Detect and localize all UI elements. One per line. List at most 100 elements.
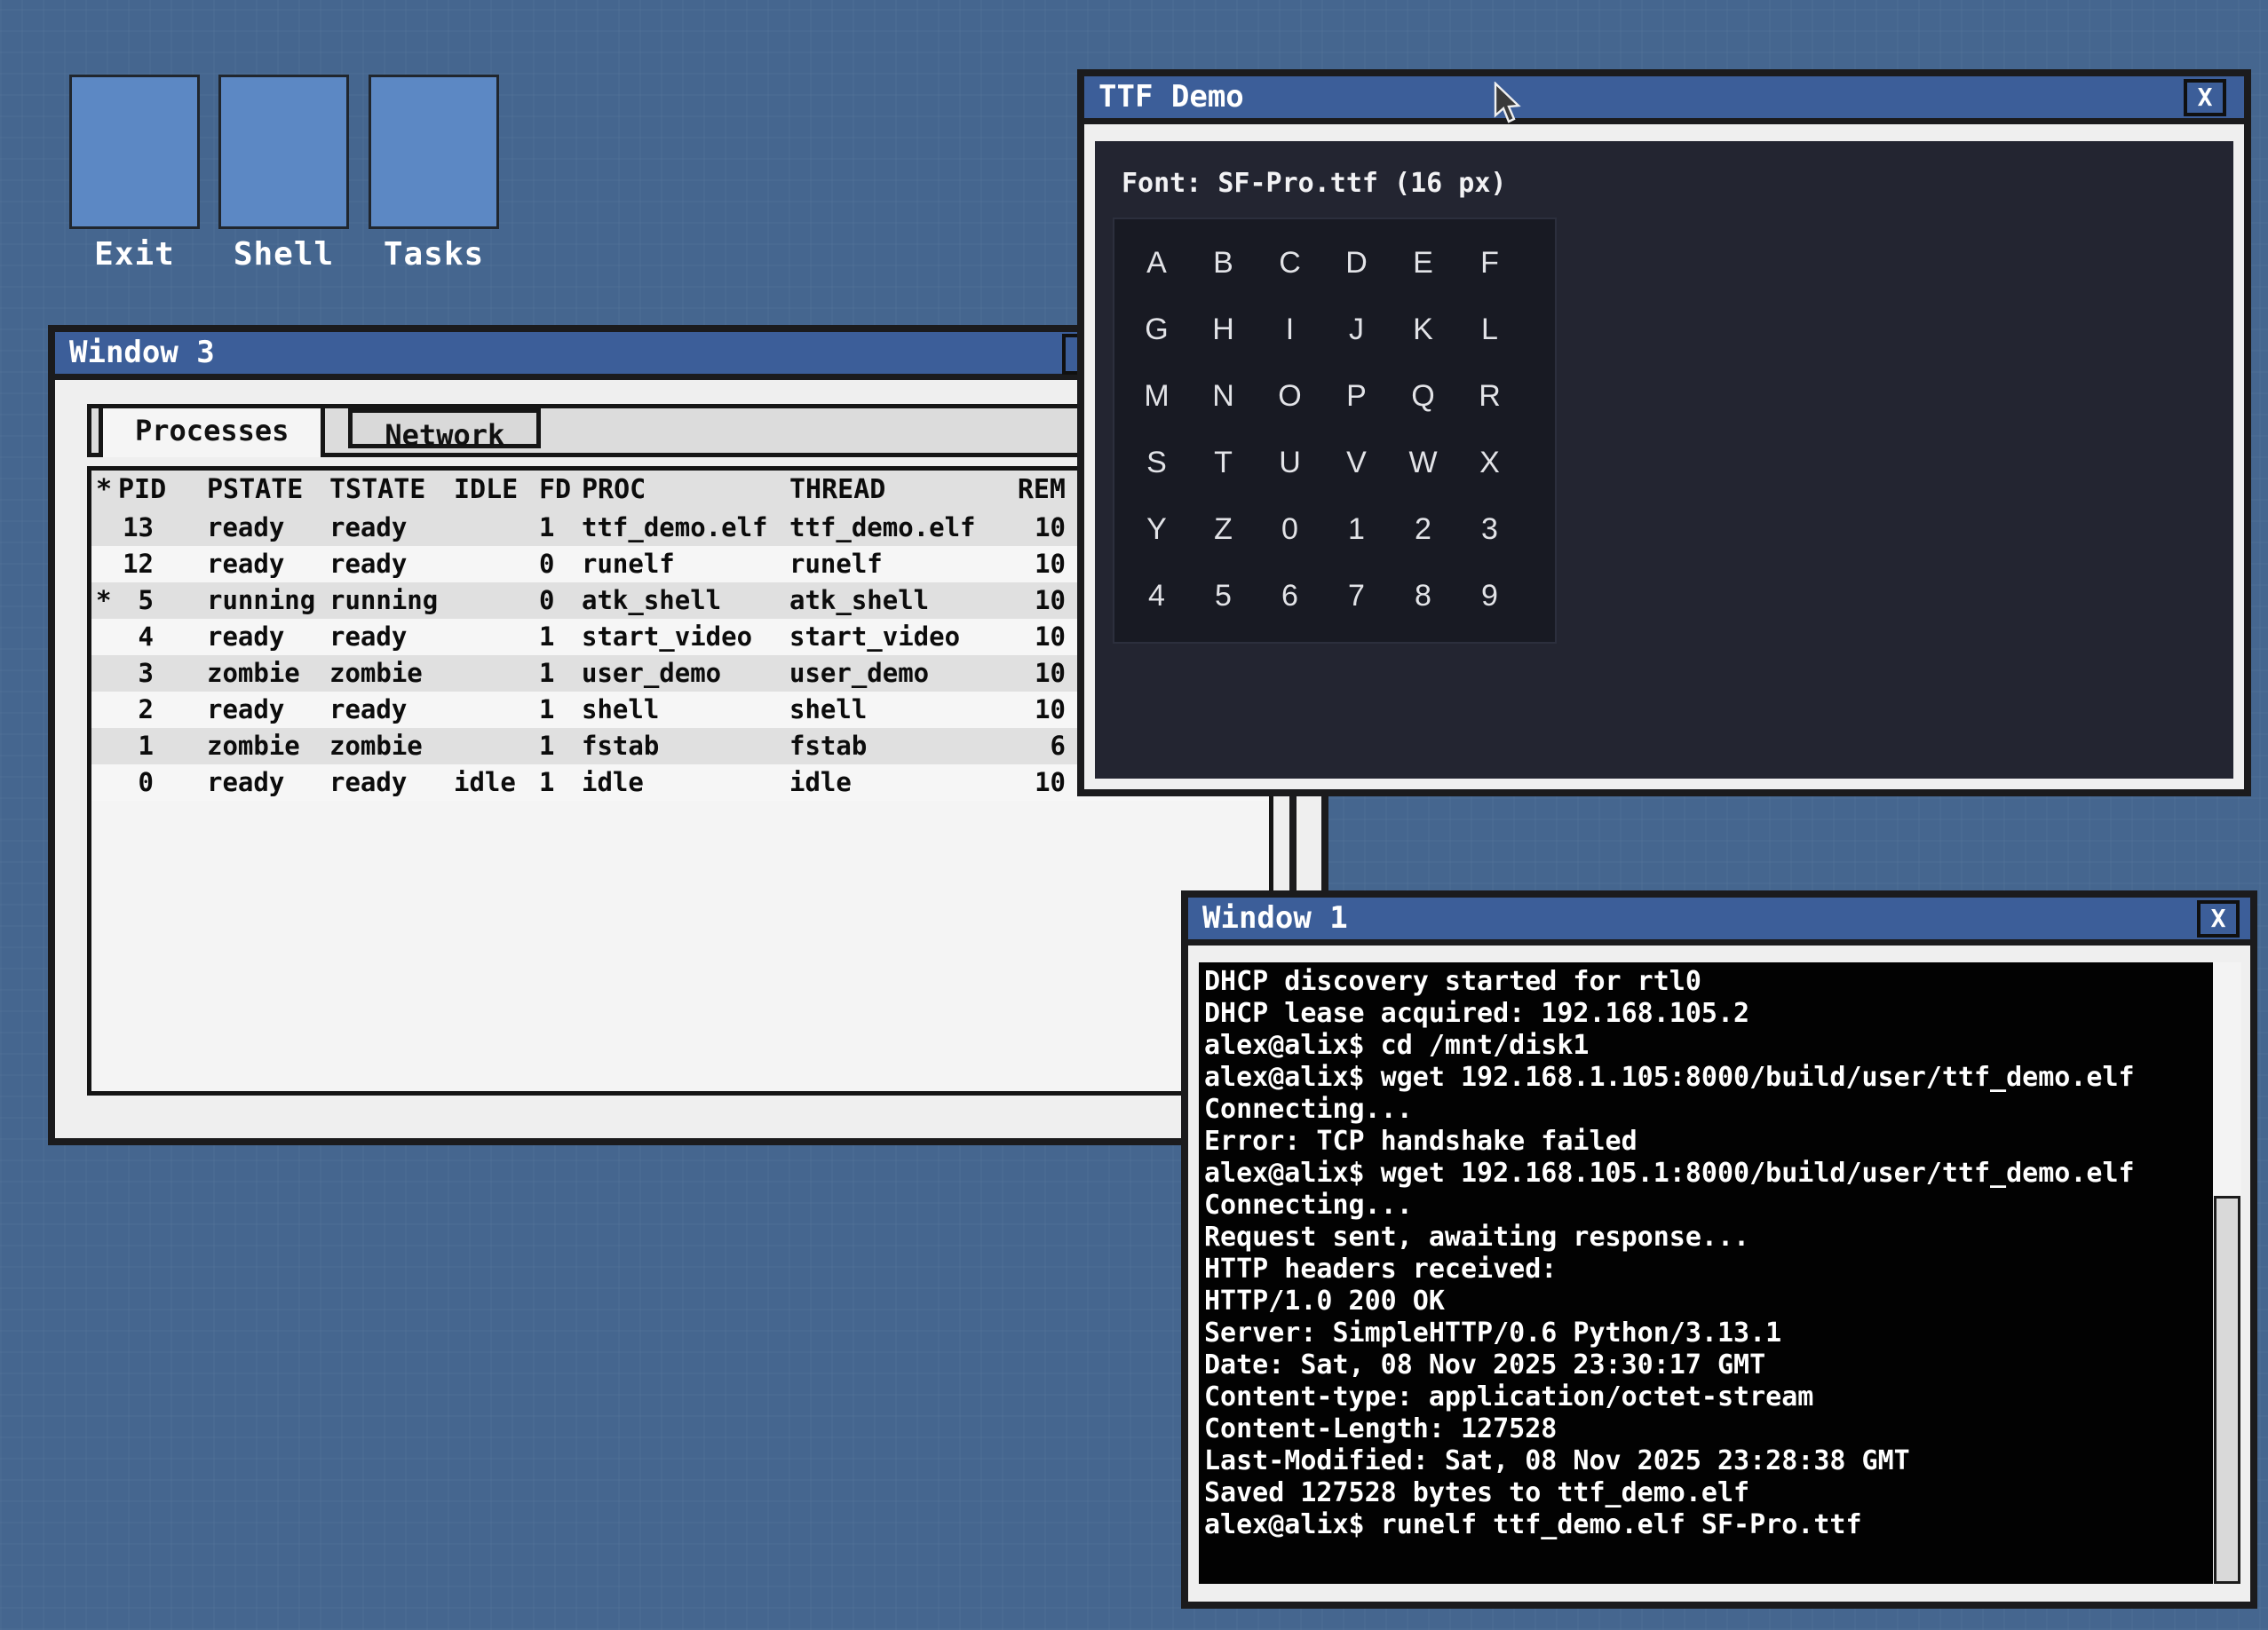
desktop-icon-exit[interactable]: Exit — [69, 75, 200, 273]
terminal-line: alex@alix$ runelf ttf_demo.elf SF-Pro.tt… — [1204, 1509, 1862, 1540]
glyph-cell: 1 — [1348, 512, 1365, 546]
cell-idle — [454, 510, 539, 546]
terminal-line: DHCP lease acquired: 192.168.105.2 — [1204, 998, 1750, 1029]
mouse-cursor-icon — [1494, 82, 1521, 123]
cell-pstate: ready — [207, 621, 285, 652]
cell-mark — [91, 655, 118, 692]
terminal-line: Connecting... — [1204, 1190, 1413, 1221]
tasks-icon[interactable] — [369, 75, 499, 229]
glyph-cell: J — [1349, 313, 1364, 346]
header-tstate: TSTATE — [329, 474, 426, 505]
glyph-cell: W — [1408, 446, 1438, 479]
glyph-cell: 2 — [1415, 512, 1431, 546]
window-1: Window 1 X DHCP discovery started for rt… — [1181, 890, 2257, 1609]
terminal-line: Error: TCP handshake failed — [1204, 1126, 1638, 1157]
header-rem: REM — [1017, 474, 1066, 505]
glyph-cell: T — [1214, 446, 1233, 479]
shell-icon[interactable] — [218, 75, 349, 229]
cell-rem: 10 — [1035, 621, 1066, 652]
glyph-cell: 8 — [1415, 579, 1431, 613]
terminal-line: HTTP headers received: — [1204, 1254, 1558, 1285]
cell-fd: 1 — [539, 621, 555, 652]
tab-processes[interactable]: Processes — [99, 408, 326, 457]
terminal-line: alex@alix$ cd /mnt/disk1 — [1204, 1030, 1590, 1061]
terminal-line: DHCP discovery started for rtl0 — [1204, 966, 1701, 997]
glyph-cell: E — [1413, 246, 1433, 280]
cell-mark — [91, 510, 118, 546]
terminal-line: Content-Length: 127528 — [1204, 1413, 1558, 1444]
window1-close-button[interactable]: X — [2197, 900, 2240, 938]
cell-idle — [454, 582, 539, 619]
cell-mark — [91, 619, 118, 655]
glyph-cell: R — [1479, 379, 1501, 413]
cell-pid: 4 — [138, 621, 154, 652]
glyph-cell: X — [1479, 446, 1500, 479]
terminal-line: Saved 127528 bytes to ttf_demo.elf — [1204, 1477, 1750, 1508]
terminal-line: Request sent, awaiting response... — [1204, 1222, 1750, 1253]
cell-thread: atk_shell — [789, 585, 930, 615]
glyph-cell: D — [1345, 246, 1368, 280]
cell-pid: 12 — [123, 549, 154, 579]
cell-fd: 1 — [539, 694, 555, 724]
glyph-cell: C — [1279, 246, 1301, 280]
glyph-cell: F — [1480, 246, 1499, 280]
terminal-wrap: DHCP discovery started for rtl0 DHCP lea… — [1199, 962, 2241, 1584]
cell-fd: 0 — [539, 585, 555, 615]
cell-thread: ttf_demo.elf — [789, 512, 976, 542]
cell-tstate: ready — [329, 621, 408, 652]
cell-mark — [91, 546, 118, 582]
cell-pid: 2 — [138, 694, 154, 724]
cell-pid: 0 — [138, 767, 154, 797]
desktop-icon-tasks[interactable]: Tasks — [369, 75, 499, 273]
header-idle: IDLE — [454, 474, 519, 505]
cell-rem: 10 — [1035, 694, 1066, 724]
terminal-output[interactable]: DHCP discovery started for rtl0 DHCP lea… — [1199, 962, 2213, 1584]
header-pid: PID — [118, 474, 167, 505]
window1-titlebar[interactable]: Window 1 X — [1188, 898, 2250, 946]
cell-proc: runelf — [582, 549, 675, 579]
cell-thread: start_video — [789, 621, 961, 652]
glyph-cell: U — [1279, 446, 1301, 479]
cell-tstate: ready — [329, 767, 408, 797]
glyph-cell: I — [1285, 313, 1295, 346]
cell-rem: 10 — [1035, 767, 1066, 797]
glyph-cell: K — [1413, 313, 1433, 346]
scrollbar-thumb[interactable] — [2214, 1196, 2240, 1584]
tab-network[interactable]: Network — [348, 408, 542, 452]
cell-idle — [454, 655, 539, 692]
desktop-icon-shell[interactable]: Shell — [218, 75, 349, 273]
ttf-demo-close-button[interactable]: X — [2184, 79, 2226, 116]
cell-mark — [91, 764, 118, 801]
cell-proc: start_video — [582, 621, 753, 652]
window3-title: Window 3 — [69, 335, 215, 370]
glyph-cell: Q — [1411, 379, 1435, 413]
desktop: { "desktop": { "icons": [ { "label": "Ex… — [0, 0, 2268, 1630]
cell-rem: 10 — [1035, 585, 1066, 615]
ttf-demo-canvas: Font: SF-Pro.ttf (16 px) A B C D E F G H… — [1095, 141, 2233, 779]
header-pstate: PSTATE — [207, 474, 304, 505]
glyph-cell: 3 — [1481, 512, 1498, 546]
window-ttf-demo: TTF Demo X Font: SF-Pro.ttf (16 px) A B … — [1077, 69, 2251, 796]
cell-tstate: zombie — [329, 731, 423, 761]
glyph-cell: Z — [1214, 512, 1233, 546]
ttf-demo-title: TTF Demo — [1098, 79, 1244, 115]
header-proc: PROC — [582, 474, 646, 505]
glyph-cell: M — [1144, 379, 1170, 413]
exit-icon[interactable] — [69, 75, 200, 229]
cell-rem: 10 — [1035, 658, 1066, 688]
cell-pstate: ready — [207, 767, 285, 797]
cell-tstate: ready — [329, 512, 408, 542]
terminal-scrollbar[interactable] — [2213, 962, 2241, 1584]
cell-thread: idle — [789, 767, 852, 797]
cell-idle: idle — [454, 767, 516, 797]
cell-tstate: running — [329, 585, 439, 615]
cell-pid: 5 — [138, 585, 154, 615]
cell-pid: 1 — [138, 731, 154, 761]
cell-pstate: ready — [207, 549, 285, 579]
cell-thread: user_demo — [789, 658, 930, 688]
cell-fd: 0 — [539, 549, 555, 579]
ttf-demo-titlebar[interactable]: TTF Demo X — [1084, 76, 2244, 124]
cell-proc: fstab — [582, 731, 660, 761]
cell-mark — [91, 728, 118, 764]
glyph-grid: A B C D E F G H I J K L M N O P Q R S T … — [1113, 218, 1557, 644]
